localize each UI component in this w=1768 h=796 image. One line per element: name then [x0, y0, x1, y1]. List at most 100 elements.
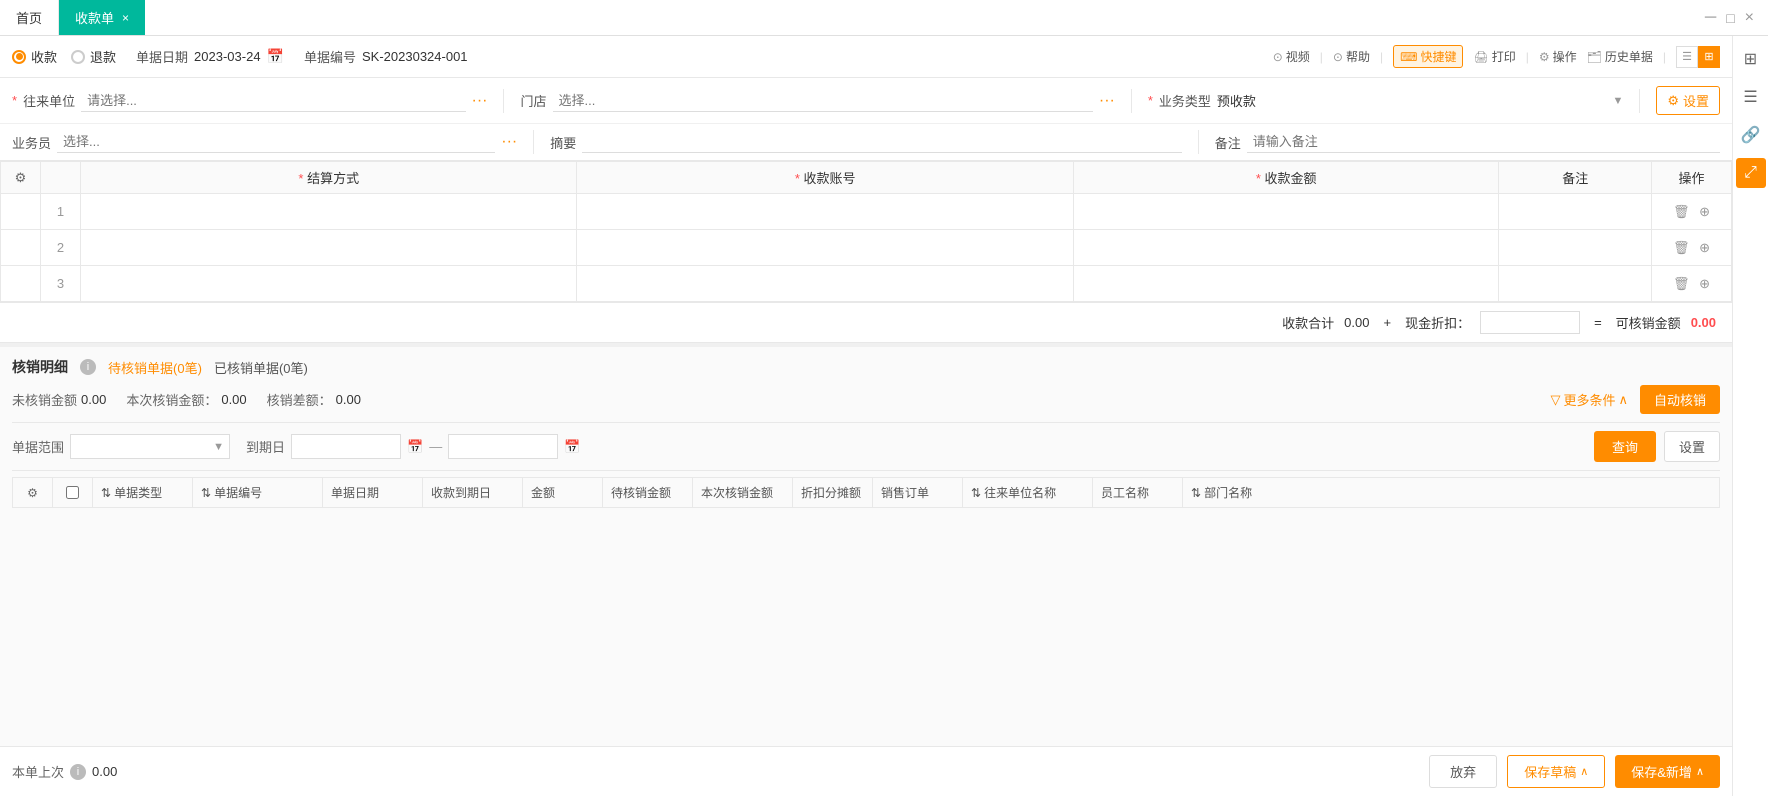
account-cell[interactable]	[577, 194, 1073, 230]
counterparty-input[interactable]	[81, 90, 465, 112]
range-select[interactable]	[70, 434, 230, 459]
radio-refund[interactable]: 退款	[71, 47, 116, 66]
counterparty-more-btn[interactable]: ···	[472, 92, 488, 110]
salesperson-more-btn[interactable]: ···	[501, 133, 517, 151]
settings-button[interactable]: ⚙ 设置	[1656, 86, 1720, 115]
pending-tab-link[interactable]: 待核销单据(0笔)	[108, 358, 202, 377]
delete-row-icon[interactable]: 🗑	[1673, 204, 1690, 219]
close-tab-icon[interactable]: ×	[122, 11, 129, 25]
remark-cell[interactable]	[1499, 230, 1652, 266]
completed-tab-link[interactable]: 已核销单据(0笔)	[214, 358, 308, 377]
table-row: 1 🗑 ⊕	[1, 194, 1732, 230]
amount-cell[interactable]	[1073, 194, 1499, 230]
store-input[interactable]	[553, 90, 1093, 112]
settlement-cell[interactable]	[81, 194, 577, 230]
filter-row: 单据范围 ▼ 到期日 2022-04-01 📅 — 2022-04-12 📅	[12, 422, 1720, 471]
settings-btn[interactable]: 设置	[1664, 431, 1720, 462]
verification-section: 核销明细 i 待核销单据(0笔) 已核销单据(0笔) 未核销金额 0.00 本次…	[0, 343, 1732, 746]
date-to-input[interactable]: 2022-04-12	[448, 434, 558, 459]
window-minimize-btn[interactable]: ─	[1705, 9, 1716, 27]
help-btn[interactable]: ⊙ 帮助	[1333, 48, 1370, 65]
discount-input[interactable]	[1480, 311, 1580, 334]
footer-info: 本单上次 i 0.00	[12, 762, 117, 781]
select-all-checkbox[interactable]	[66, 486, 79, 499]
account-cell[interactable]	[577, 230, 1073, 266]
shortcut-btn[interactable]: ⌨ 快捷键	[1393, 45, 1463, 68]
dropdown-arrow-icon[interactable]: ▼	[1612, 95, 1623, 107]
copy-row-icon[interactable]: ⊕	[1699, 276, 1710, 291]
settlement-cell[interactable]	[81, 266, 577, 302]
save-new-btn[interactable]: 保存&新增 ∧	[1615, 755, 1720, 788]
number-value[interactable]: SK-20230324-001	[362, 49, 468, 64]
calendar-to-icon[interactable]: 📅	[564, 439, 580, 455]
bottom-col-checkbox[interactable]	[53, 478, 93, 507]
video-btn[interactable]: ⊙ 视频	[1273, 48, 1310, 65]
copy-row-icon[interactable]: ⊕	[1699, 240, 1710, 255]
window-close-btn[interactable]: ×	[1745, 9, 1754, 27]
data-table-section: ⚙ * 结算方式 * 收款账号 * 收款金额	[0, 161, 1732, 303]
table-settings-icon[interactable]: ⚙	[15, 170, 27, 185]
window-maximize-btn[interactable]: □	[1726, 10, 1734, 26]
radio-receipt[interactable]: 收款	[12, 47, 57, 66]
query-btn[interactable]: 查询	[1594, 431, 1656, 462]
settlement-cell[interactable]	[81, 230, 577, 266]
sidebar-link-icon[interactable]: 🔗	[1736, 120, 1766, 150]
tab-home[interactable]: 首页	[0, 0, 59, 35]
table-row: 3 🗑 ⊕	[1, 266, 1732, 302]
layout-grid-btn[interactable]: ⊞	[1698, 46, 1720, 68]
operation-btn[interactable]: ⚙ 操作	[1539, 48, 1577, 65]
date-from-input[interactable]: 2022-04-01	[291, 434, 401, 459]
row-num-cell: 1	[41, 194, 81, 230]
store-more-btn[interactable]: ···	[1099, 92, 1115, 110]
layout-toggle-group: ☰ ⊞	[1676, 46, 1720, 68]
operation-icon: ⚙	[1539, 50, 1550, 64]
business-type-value[interactable]: 预收款	[1217, 91, 1607, 110]
tab-receipt[interactable]: 收款单 ×	[59, 0, 145, 35]
date-value[interactable]: 2023-03-24	[194, 49, 261, 64]
summary-input[interactable]	[582, 131, 1182, 153]
row-settings-cell	[1, 194, 41, 230]
info-circle-icon[interactable]: i	[70, 764, 86, 780]
copy-row-icon[interactable]: ⊕	[1699, 204, 1710, 219]
layout-list-btn[interactable]: ☰	[1676, 46, 1698, 68]
abandon-btn[interactable]: 放弃	[1429, 755, 1497, 788]
sidebar-list-icon[interactable]: ☰	[1736, 82, 1766, 112]
more-conditions-btn[interactable]: ▽ 更多条件 ∧	[1550, 390, 1628, 409]
amount-cell[interactable]	[1073, 266, 1499, 302]
bottom-col-number: ⇅ 单据编号	[193, 478, 323, 507]
verify-stats-row: 未核销金额 0.00 本次核销金额： 0.00 核销差额： 0.00 ▽ 更多条…	[12, 385, 1720, 414]
bottom-col-date: 单据日期	[323, 478, 423, 507]
bottom-col-due-date: 收款到期日	[423, 478, 523, 507]
history-icon: 🗂	[1587, 50, 1602, 64]
amount-cell[interactable]	[1073, 230, 1499, 266]
remark-cell[interactable]	[1499, 266, 1652, 302]
history-btn[interactable]: 🗂 历史单据	[1587, 48, 1653, 65]
delete-row-icon[interactable]: 🗑	[1673, 276, 1690, 291]
account-cell[interactable]	[577, 266, 1073, 302]
filter-icon: ▽	[1550, 392, 1560, 408]
diff-stat: 核销差额： 0.00	[267, 390, 361, 409]
auto-verify-btn[interactable]: 自动核销	[1640, 385, 1720, 414]
table-row: 2 🗑 ⊕	[1, 230, 1732, 266]
total-row: 收款合计 0.00 + 现金折扣： = 可核销金额 0.00	[0, 303, 1732, 343]
verify-header: 核销明细 i 待核销单据(0笔) 已核销单据(0笔)	[12, 357, 1720, 377]
sidebar-expand-icon[interactable]: ⤢	[1736, 158, 1766, 188]
bottom-col-settings[interactable]: ⚙	[13, 478, 53, 507]
counterparty-field: * 往来单位 ···	[12, 90, 487, 112]
calendar-icon[interactable]: 📅	[267, 48, 284, 65]
salesperson-input[interactable]	[57, 131, 495, 153]
bottom-settings-icon[interactable]: ⚙	[27, 486, 38, 500]
footer-next-value: 0.00	[92, 764, 117, 779]
remark-cell[interactable]	[1499, 194, 1652, 230]
print-btn[interactable]: 🖨 打印	[1473, 48, 1515, 65]
sidebar-table-icon[interactable]: ⊞	[1736, 44, 1766, 74]
row-settings-cell	[1, 266, 41, 302]
save-draft-btn[interactable]: 保存草稿 ∧	[1507, 755, 1605, 788]
operation-header: 操作	[1652, 162, 1732, 194]
video-icon: ⊙	[1273, 50, 1283, 64]
remark-input[interactable]	[1247, 131, 1720, 153]
delete-row-icon[interactable]: 🗑	[1673, 240, 1690, 255]
info-icon[interactable]: i	[80, 359, 96, 375]
settings-col-header[interactable]: ⚙	[1, 162, 41, 194]
calendar-from-icon[interactable]: 📅	[407, 439, 423, 455]
